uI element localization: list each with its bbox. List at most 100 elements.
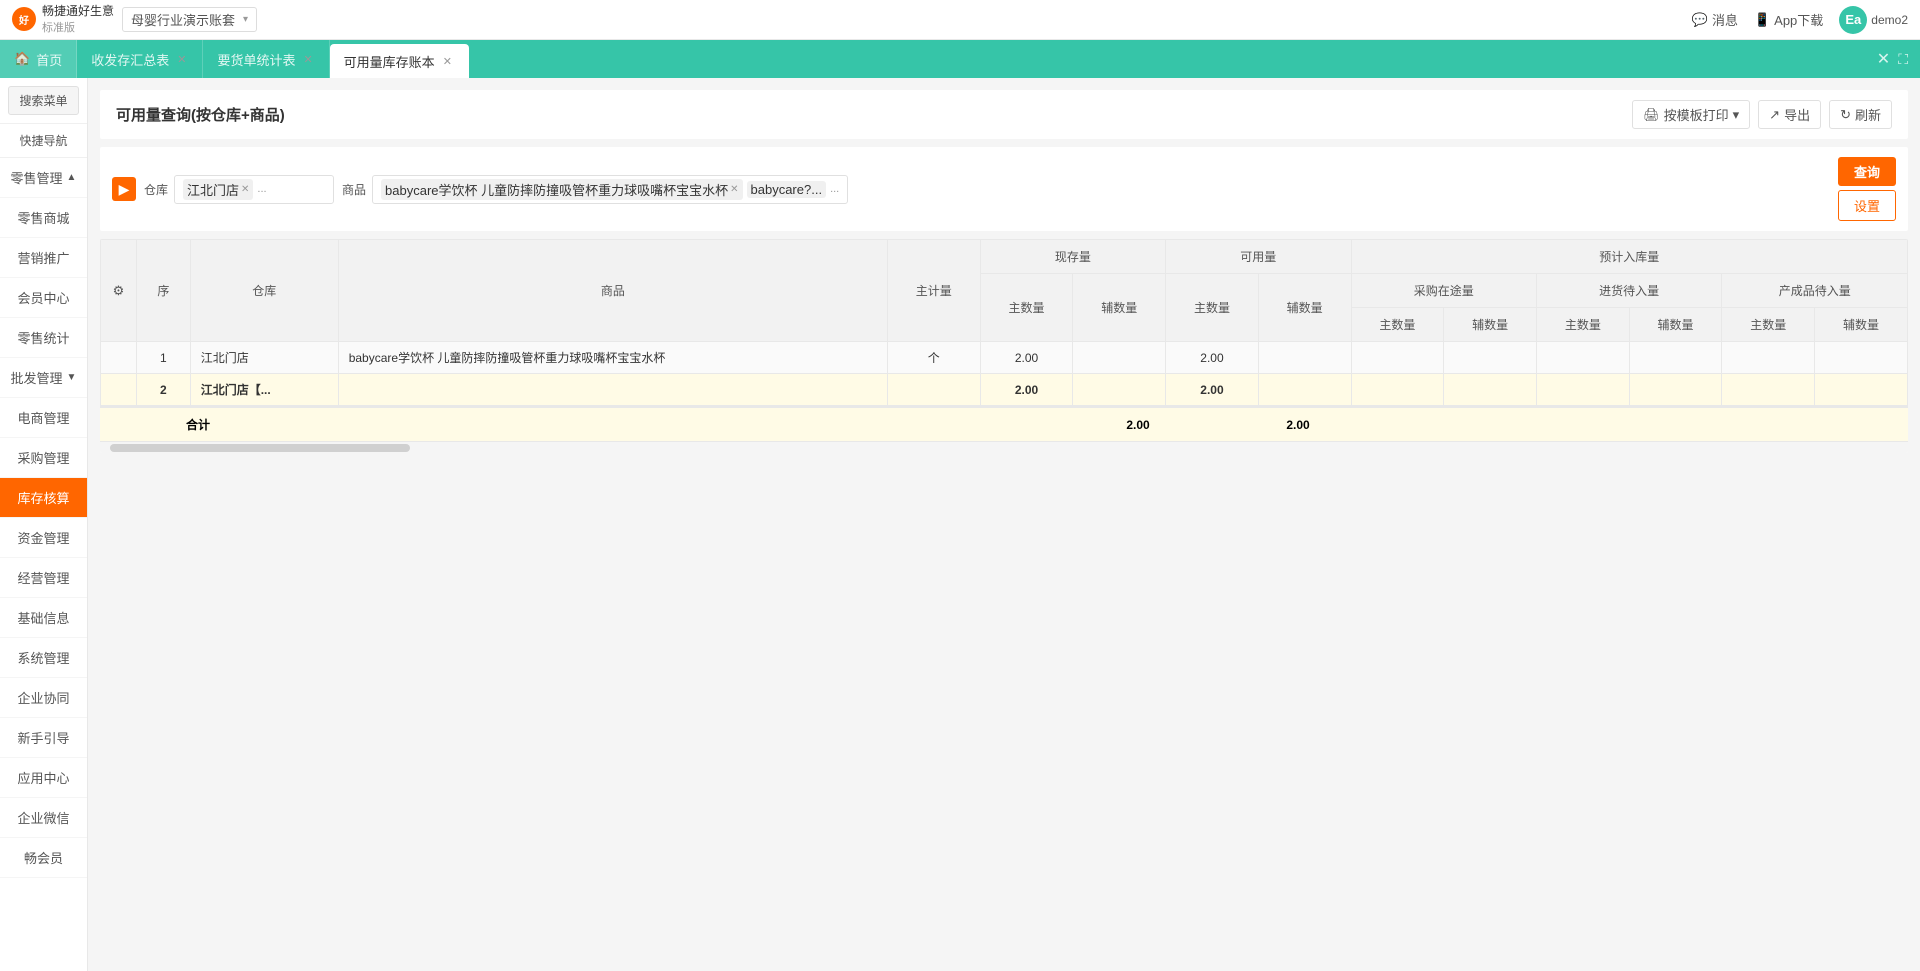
row-warehouse: 江北门店 [190, 342, 338, 374]
current-stock-col-header: 现存量 [980, 240, 1165, 274]
sidebar-item-enterprise-wechat[interactable]: 企业微信 [0, 798, 87, 838]
no-col-header: 序 [137, 240, 191, 342]
message-button[interactable]: 💬 消息 [1692, 10, 1738, 29]
sidebar-item-retail-mgmt[interactable]: 零售管理 ▲ [0, 158, 87, 198]
subtotal-no: 2 [137, 374, 191, 406]
sidebar-quick-nav[interactable]: 快捷导航 [0, 124, 87, 158]
query-button[interactable]: 查询 [1838, 157, 1896, 186]
product-label: 商品 [342, 181, 366, 198]
page-actions: 🖨 按模板打印 ▾ ↗ 导出 ↻ 刷新 [1632, 100, 1892, 129]
tab-receive-send[interactable]: 收发存汇总表 ✕ [77, 40, 203, 78]
tab-available-stock[interactable]: 可用量库存账本 ✕ [330, 44, 469, 78]
refresh-icon: ↻ [1840, 107, 1851, 123]
available-main-qty-header: 主数量 [1166, 274, 1259, 342]
subtotal-purchase-main [1351, 374, 1444, 406]
sidebar-item-app-center[interactable]: 应用中心 [0, 758, 87, 798]
sidebar: 搜索菜单 快捷导航 零售管理 ▲ 零售商城 营销推广 会员中心 零售统计 批发管… [0, 78, 88, 971]
sidebar-item-member-center[interactable]: 会员中心 [0, 278, 87, 318]
tab-receive-send-close[interactable]: ✕ [175, 51, 188, 68]
sidebar-item-wholesale-mgmt[interactable]: 批发管理 ▼ [0, 358, 87, 398]
warehouse-input[interactable]: 江北门店 ✕ ... [174, 175, 334, 204]
expand-icon[interactable]: ⛶ [1898, 51, 1908, 68]
product-more-dots[interactable]: ... [830, 183, 839, 195]
product-col-header: 商品 [338, 240, 887, 342]
home-icon: 🏠 [14, 51, 30, 67]
sidebar-item-basic-info-label: 基础信息 [17, 608, 69, 627]
avatar: Ea [1839, 6, 1867, 34]
settings-button[interactable]: 设置 [1838, 190, 1896, 221]
sidebar-item-new-guide[interactable]: 新手引导 [0, 718, 87, 758]
main-layout: 搜索菜单 快捷导航 零售管理 ▲ 零售商城 营销推广 会员中心 零售统计 批发管… [0, 78, 1920, 971]
search-menu-button[interactable]: 搜索菜单 [8, 86, 79, 115]
product-tag-1-value: babycare学饮杯 儿童防摔防撞吸管杯重力球吸嘴杯宝宝水杯 [385, 180, 728, 199]
tab-order-stats-close[interactable]: ✕ [301, 51, 314, 68]
print-icon: 🖨 [1643, 107, 1660, 123]
logo-text: 畅捷通好生意 [42, 4, 114, 18]
warehouse-tag-close[interactable]: ✕ [241, 184, 249, 195]
row-product: babycare学饮杯 儿童防摔防撞吸管杯重力球吸嘴杯宝宝水杯 [338, 342, 887, 374]
export-label: 导出 [1784, 105, 1810, 124]
sidebar-item-enterprise[interactable]: 企业协同 [0, 678, 87, 718]
subtotal-production-main [1722, 374, 1815, 406]
product-input[interactable]: babycare学饮杯 儿童防摔防撞吸管杯重力球吸嘴杯宝宝水杯 ✕ babyca… [372, 175, 848, 204]
tab-order-stats-label: 要货单统计表 [217, 50, 295, 69]
planned-in-col-header: 预计入库量 [1351, 240, 1907, 274]
avatar-text: Ea [1845, 12, 1861, 27]
logo-texts: 畅捷通好生意 标准版 [42, 4, 114, 34]
sidebar-item-sys-mgmt[interactable]: 系统管理 [0, 638, 87, 678]
sidebar-item-ecom-mgmt[interactable]: 电商管理 [0, 398, 87, 438]
sidebar-search-section: 搜索菜单 [0, 78, 87, 124]
purchase-in-transit-header: 采购在途量 [1351, 274, 1536, 308]
logo-sub: 标准版 [42, 19, 114, 35]
app-download-button[interactable]: 📱 App下载 [1754, 10, 1823, 29]
print-button[interactable]: 🖨 按模板打印 ▾ [1632, 100, 1750, 129]
filter-expand-button[interactable]: ▶ [112, 177, 136, 201]
summary-label: 合计 [176, 416, 256, 433]
export-icon: ↗ [1769, 107, 1780, 123]
message-icon: 💬 [1692, 12, 1708, 28]
tab-available-stock-label: 可用量库存账本 [344, 52, 435, 71]
top-bar: 好 畅捷通好生意 标准版 母婴行业演示账套 ▾ 💬 消息 📱 App下载 Ea … [0, 0, 1920, 40]
content-area: 可用量查询(按仓库+商品) 🖨 按模板打印 ▾ ↗ 导出 ↻ 刷新 [88, 78, 1920, 971]
industry-label: 母婴行业演示账套 [131, 10, 235, 29]
nav-tabs: 🏠 首页 收发存汇总表 ✕ 要货单统计表 ✕ 可用量库存账本 ✕ ✕ ⛶ [0, 40, 1920, 78]
subtotal-stock-aux [1073, 374, 1166, 406]
sidebar-item-finance[interactable]: 资金管理 [0, 518, 87, 558]
subtotal-avail-main: 2.00 [1166, 374, 1259, 406]
sidebar-item-retail-mall[interactable]: 零售商城 [0, 198, 87, 238]
production-header: 产成品待入量 [1722, 274, 1908, 308]
sidebar-item-basic-info[interactable]: 基础信息 [0, 598, 87, 638]
gear-icon[interactable]: ⚙ [113, 283, 125, 298]
row-purchase-aux [1444, 342, 1537, 374]
filter-bar: ▶ 仓库 江北门店 ✕ ... 商品 babyca [100, 147, 1908, 231]
sidebar-item-retail-stats[interactable]: 零售统计 [0, 318, 87, 358]
download-label: App下载 [1774, 10, 1823, 29]
table-header-row-1: ⚙ 序 仓库 商品 主计量 现存量 可用量 预计入库量 [101, 240, 1908, 274]
production-main-qty-header: 主数量 [1722, 308, 1815, 342]
tab-order-stats[interactable]: 要货单统计表 ✕ [203, 40, 329, 78]
industry-selector[interactable]: 母婴行业演示账套 ▾ [122, 7, 257, 32]
warehouse-more-dots[interactable]: ... [257, 183, 266, 195]
horizontal-scrollbar[interactable] [110, 444, 410, 452]
purchase-aux-qty-header: 辅数量 [1444, 308, 1537, 342]
sidebar-item-inventory[interactable]: 库存核算 [0, 478, 87, 518]
sidebar-item-vip-member[interactable]: 畅会员 [0, 838, 87, 878]
close-all-tabs-icon[interactable]: ✕ [1877, 49, 1890, 69]
subtotal-warehouse: 江北门店【... [190, 374, 338, 406]
export-button[interactable]: ↗ 导出 [1758, 100, 1821, 129]
summary-stock-main: 2.00 [1098, 418, 1178, 432]
sidebar-item-biz-mgmt[interactable]: 经营管理 [0, 558, 87, 598]
table-scrollbar-area [100, 441, 1908, 453]
subtotal-stock-main: 2.00 [980, 374, 1073, 406]
sidebar-item-marketing[interactable]: 营销推广 [0, 238, 87, 278]
tab-available-stock-close[interactable]: ✕ [441, 53, 454, 70]
user-area[interactable]: Ea demo2 [1839, 6, 1908, 34]
print-label: 按模板打印 [1664, 105, 1729, 124]
logo-icon: 好 [12, 7, 36, 31]
tab-home[interactable]: 🏠 首页 [0, 40, 77, 78]
sidebar-item-retail-mgmt-label: 零售管理 [11, 168, 63, 187]
refresh-button[interactable]: ↻ 刷新 [1829, 100, 1892, 129]
row-stock-main: 2.00 [980, 342, 1073, 374]
sidebar-item-purchase-mgmt[interactable]: 采购管理 [0, 438, 87, 478]
product-tag-1-close[interactable]: ✕ [730, 184, 738, 195]
